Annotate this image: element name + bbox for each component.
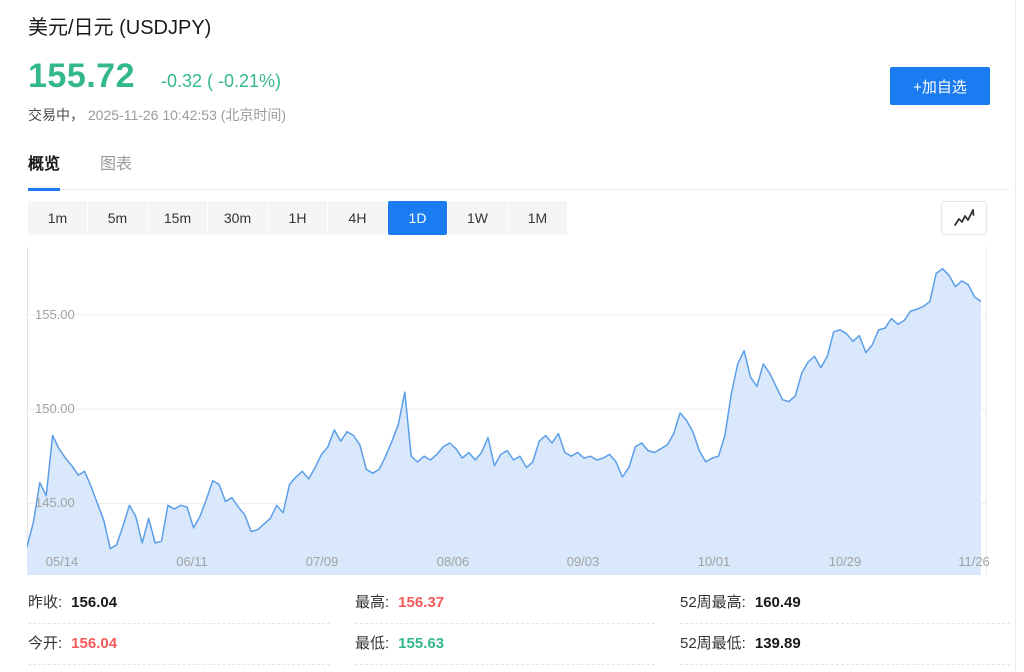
x-axis-tick-label: 10/01: [697, 554, 731, 569]
stat-label: 52周最低:: [680, 635, 746, 652]
y-axis-tick-label: 155.00: [35, 306, 75, 322]
stat-52w-high: 52周最高: 160.49: [680, 583, 1010, 624]
tab-chart[interactable]: 图表: [100, 154, 132, 191]
x-axis-tick-label: 10/29: [828, 554, 862, 569]
trading-status: 交易中，: [28, 107, 84, 123]
x-axis-tick-label: 06/11: [176, 554, 208, 569]
stat-prev-close: 昨收: 156.04: [28, 583, 330, 624]
stat-label: 昨收:: [28, 594, 63, 611]
stat-value: 160.49: [754, 594, 801, 611]
stat-value: 156.04: [71, 635, 118, 652]
range-button-4h[interactable]: 4H: [328, 201, 387, 235]
trend-line-icon: [954, 209, 975, 226]
range-button-1h[interactable]: 1H: [268, 201, 327, 235]
y-axis-tick-label: 150.00: [35, 401, 75, 417]
chart-toolbar: 1m 5m 15m 30m 1H 4H 1D 1W 1M: [28, 201, 987, 235]
stat-value: 139.89: [754, 635, 801, 652]
x-axis-tick-label: 05/14: [45, 554, 79, 569]
time-range-group: 1m 5m 15m 30m 1H 4H 1D 1W 1M: [28, 201, 567, 235]
x-axis-tick-label: 11/26: [958, 554, 990, 569]
x-axis-tick-label: 07/09: [305, 554, 339, 569]
stat-value: 156.37: [398, 594, 445, 611]
add-watchlist-button[interactable]: +加自选: [890, 67, 990, 105]
price-row: 155.72 -0.32 ( -0.21%): [28, 56, 990, 96]
usdjpy-quote-page: 美元/日元 (USDJPY) +加自选 155.72 -0.32 ( -0.21…: [0, 0, 1024, 672]
stat-52w-low: 52周最低: 139.89: [680, 624, 1010, 665]
stat-day-high: 最高: 156.37: [355, 583, 655, 624]
y-axis-tick-label: 145.00: [35, 495, 75, 511]
last-price: 155.72: [28, 57, 135, 95]
x-axis-tick-label: 09/03: [566, 554, 600, 569]
chart-canvas: [27, 247, 987, 575]
stat-label: 最低:: [355, 635, 390, 652]
stat-label: 今开:: [28, 635, 63, 652]
price-change: -0.32 ( -0.21%): [161, 71, 282, 91]
page-title: 美元/日元 (USDJPY): [28, 17, 212, 39]
x-axis-tick-label: 08/06: [436, 554, 470, 569]
range-button-1m-month[interactable]: 1M: [508, 201, 567, 235]
tab-overview[interactable]: 概览: [28, 154, 61, 191]
range-button-1w[interactable]: 1W: [448, 201, 507, 235]
quote-stats-grid: 昨收: 156.04 最高: 156.37 52周最高: 160.49 今开: …: [28, 583, 1010, 665]
range-button-15m[interactable]: 15m: [148, 201, 207, 235]
range-button-1d[interactable]: 1D: [388, 201, 447, 235]
stat-label: 52周最高:: [680, 594, 746, 611]
stat-open: 今开: 156.04: [28, 624, 330, 665]
range-button-30m[interactable]: 30m: [208, 201, 267, 235]
price-area-chart[interactable]: 145.00 150.00 155.00 05/14 06/11 07/09 08/06 0…: [27, 247, 990, 575]
kline-view-button[interactable]: [941, 201, 987, 235]
trading-status-row: 交易中， 2025-11-26 10:42:53 (北京时间): [28, 106, 990, 124]
stat-value: 155.63: [398, 635, 445, 652]
range-button-1m[interactable]: 1m: [28, 201, 87, 235]
range-button-5m[interactable]: 5m: [88, 201, 147, 235]
stat-label: 最高:: [355, 594, 390, 611]
tab-bar: 概览 图表: [28, 154, 1010, 191]
stat-value: 156.04: [71, 594, 118, 611]
quote-timestamp: 2025-11-26 10:42:53: [87, 107, 217, 123]
timezone-label: (北京时间): [220, 107, 287, 123]
quote-header: 美元/日元 (USDJPY) +加自选 155.72 -0.32 ( -0.21…: [0, 14, 1024, 124]
stat-day-low: 最低: 155.63: [355, 624, 655, 665]
